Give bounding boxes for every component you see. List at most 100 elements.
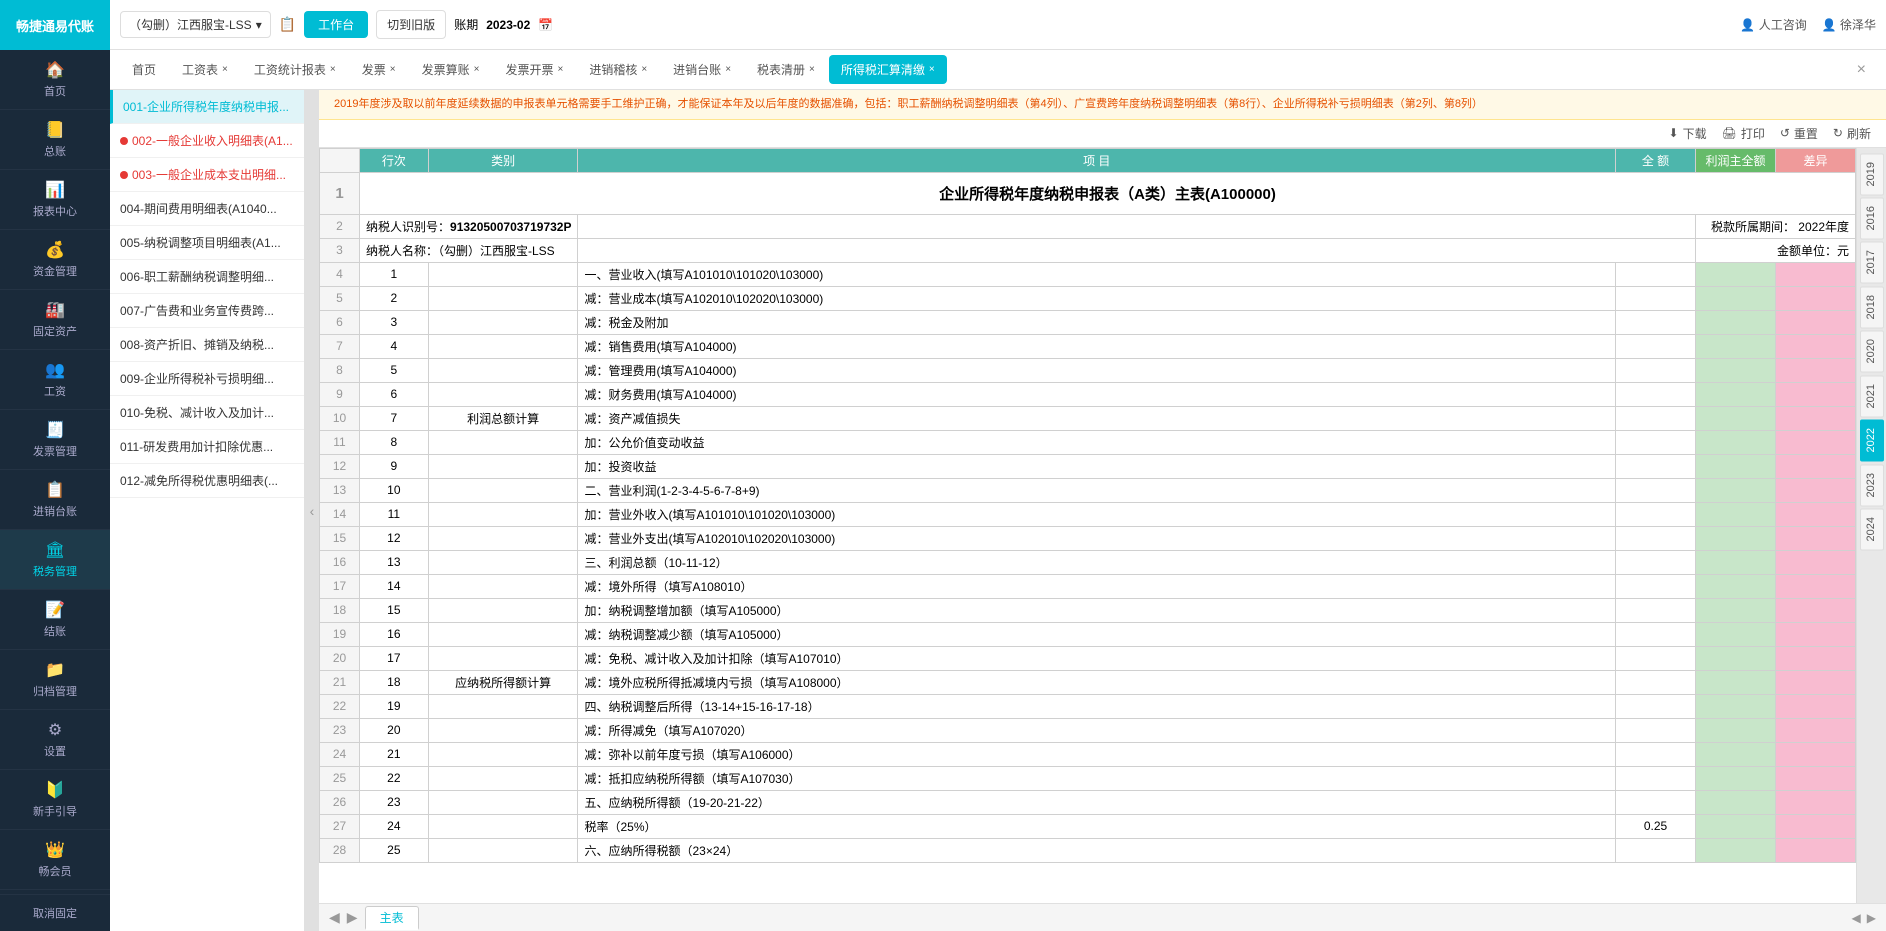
profit-cell[interactable]	[1696, 526, 1776, 550]
diff-cell[interactable]	[1776, 334, 1856, 358]
item-cell[interactable]: 减：境外应税所得抵减境内亏损（填写A108000）	[578, 670, 1616, 694]
year-tab-2021[interactable]: 2021	[1860, 375, 1884, 417]
item-cell[interactable]: 减：抵扣应纳税所得额（填写A107030）	[578, 766, 1616, 790]
refresh-button[interactable]: ↻ 刷新	[1833, 125, 1871, 142]
year-tab-2019[interactable]: 2019	[1860, 153, 1884, 195]
profit-cell[interactable]	[1696, 622, 1776, 646]
sidebar-item-settings[interactable]: ⚙ 设置	[0, 710, 110, 770]
sheet-next-arrow[interactable]: ▶	[347, 909, 358, 926]
print-button[interactable]: 🖨 打印	[1722, 125, 1765, 142]
amount-cell[interactable]	[1616, 262, 1696, 286]
diff-cell[interactable]	[1776, 646, 1856, 670]
sidebar-item-reports[interactable]: 📊 报表中心	[0, 170, 110, 230]
profit-cell[interactable]	[1696, 478, 1776, 502]
profit-cell[interactable]	[1696, 574, 1776, 598]
download-button[interactable]: ⬇ 下载	[1669, 125, 1707, 142]
tab-close-icon[interactable]: ×	[474, 64, 480, 75]
diff-cell[interactable]	[1776, 406, 1856, 430]
tab-sales-audit[interactable]: 进销稽核 ×	[577, 55, 659, 84]
profit-cell[interactable]	[1696, 286, 1776, 310]
sidebar-item-member[interactable]: 👑 畅会员	[0, 830, 110, 890]
item-cell[interactable]: 六、应纳所得税额（23×24）	[578, 838, 1616, 862]
diff-cell[interactable]	[1776, 526, 1856, 550]
diff-cell[interactable]	[1776, 358, 1856, 382]
left-panel-item-007[interactable]: 007-广告费和业务宣传费跨...	[110, 294, 304, 328]
amount-cell[interactable]: 0.25	[1616, 814, 1696, 838]
left-panel-item-006[interactable]: 006-职工薪酬纳税调整明细...	[110, 260, 304, 294]
item-cell[interactable]: 三、利润总额（10-11-12）	[578, 550, 1616, 574]
profit-cell[interactable]	[1696, 358, 1776, 382]
diff-cell[interactable]	[1776, 622, 1856, 646]
amount-cell[interactable]	[1616, 382, 1696, 406]
diff-cell[interactable]	[1776, 262, 1856, 286]
item-cell[interactable]: 减：境外所得（填写A108010）	[578, 574, 1616, 598]
item-cell[interactable]: 减：资产减值损失	[578, 406, 1616, 430]
tab-close-icon[interactable]: ×	[330, 64, 336, 75]
diff-cell[interactable]	[1776, 430, 1856, 454]
item-cell[interactable]: 减：税金及附加	[578, 310, 1616, 334]
tab-invoice-open[interactable]: 发票开票 ×	[493, 55, 575, 84]
amount-cell[interactable]	[1616, 358, 1696, 382]
profit-cell[interactable]	[1696, 598, 1776, 622]
year-tab-2017[interactable]: 2017	[1860, 241, 1884, 283]
left-panel-item-010[interactable]: 010-免税、减计收入及加计...	[110, 396, 304, 430]
amount-cell[interactable]	[1616, 670, 1696, 694]
tab-close-icon[interactable]: ×	[641, 64, 647, 75]
user-avatar[interactable]: 👤 徐泽华	[1822, 16, 1876, 33]
profit-cell[interactable]	[1696, 670, 1776, 694]
item-cell[interactable]: 减：营业成本(填写A102010\102020\103000)	[578, 286, 1616, 310]
diff-cell[interactable]	[1776, 670, 1856, 694]
amount-cell[interactable]	[1616, 742, 1696, 766]
amount-cell[interactable]	[1616, 406, 1696, 430]
amount-cell[interactable]	[1616, 550, 1696, 574]
tab-close-icon[interactable]: ×	[725, 64, 731, 75]
amount-cell[interactable]	[1616, 622, 1696, 646]
tab-invoice[interactable]: 发票 ×	[350, 55, 408, 84]
amount-cell[interactable]	[1616, 646, 1696, 670]
scroll-left-icon[interactable]: ◀	[1852, 911, 1861, 925]
sidebar-item-guide[interactable]: 🔰 新手引导	[0, 770, 110, 830]
profit-cell[interactable]	[1696, 646, 1776, 670]
sidebar-item-funds[interactable]: 💰 资金管理	[0, 230, 110, 290]
diff-cell[interactable]	[1776, 286, 1856, 310]
profit-cell[interactable]	[1696, 694, 1776, 718]
amount-cell[interactable]	[1616, 526, 1696, 550]
ai-btn[interactable]: 👤 人工咨询	[1740, 16, 1806, 33]
item-cell[interactable]: 二、营业利润(1-2-3-4-5-6-7-8+9)	[578, 478, 1616, 502]
calendar-icon[interactable]: 📅	[538, 18, 553, 32]
amount-cell[interactable]	[1616, 598, 1696, 622]
left-panel-item-002[interactable]: 002-一般企业收入明细表(A1...	[110, 124, 304, 158]
sidebar-item-close[interactable]: 📝 结账	[0, 590, 110, 650]
tab-close-icon[interactable]: ×	[390, 64, 396, 75]
diff-cell[interactable]	[1776, 310, 1856, 334]
diff-cell[interactable]	[1776, 550, 1856, 574]
amount-cell[interactable]	[1616, 334, 1696, 358]
sidebar-item-archive[interactable]: 📁 归档管理	[0, 650, 110, 710]
diff-cell[interactable]	[1776, 598, 1856, 622]
bottom-tab-main[interactable]: 主表	[365, 906, 419, 930]
panel-collapse-btn[interactable]: ‹	[305, 90, 319, 931]
sidebar-item-tax[interactable]: 🏛 税务管理	[0, 530, 110, 590]
amount-cell[interactable]	[1616, 838, 1696, 862]
item-cell[interactable]: 减：财务费用(填写A104000)	[578, 382, 1616, 406]
tab-close-icon[interactable]: ×	[809, 64, 815, 75]
diff-cell[interactable]	[1776, 742, 1856, 766]
tab-sales-ledger[interactable]: 进销台账 ×	[661, 55, 743, 84]
item-cell[interactable]: 加：公允价值变动收益	[578, 430, 1616, 454]
item-cell[interactable]: 减：营业外支出(填写A102010\102020\103000)	[578, 526, 1616, 550]
tab-close-icon[interactable]: ×	[222, 64, 228, 75]
profit-cell[interactable]	[1696, 430, 1776, 454]
copy-icon[interactable]: 📋	[279, 16, 296, 33]
profit-cell[interactable]	[1696, 838, 1776, 862]
sidebar-item-home[interactable]: 🏠 首页	[0, 50, 110, 110]
diff-cell[interactable]	[1776, 790, 1856, 814]
item-cell[interactable]: 四、纳税调整后所得（13-14+15-16-17-18）	[578, 694, 1616, 718]
diff-cell[interactable]	[1776, 814, 1856, 838]
item-cell[interactable]: 税率（25%）	[578, 814, 1616, 838]
profit-cell[interactable]	[1696, 310, 1776, 334]
item-cell[interactable]: 减：销售费用(填写A104000)	[578, 334, 1616, 358]
profit-cell[interactable]	[1696, 790, 1776, 814]
amount-cell[interactable]	[1616, 574, 1696, 598]
year-tab-2023[interactable]: 2023	[1860, 464, 1884, 506]
amount-cell[interactable]	[1616, 502, 1696, 526]
